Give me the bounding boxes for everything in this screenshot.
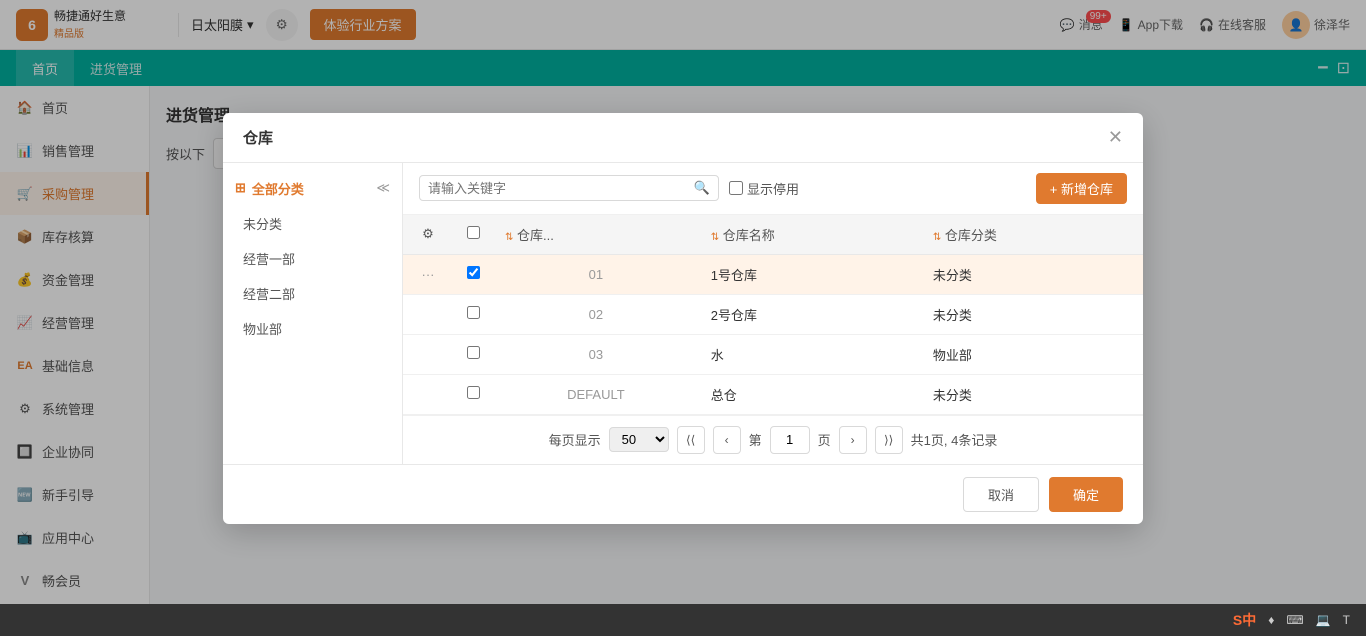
- status-bar: S中 ♦ ⌨ 💻 T: [0, 604, 1366, 636]
- th-category-label: 仓库分类: [945, 228, 997, 243]
- page-size-label: 每页显示: [549, 430, 601, 449]
- prev-page-button[interactable]: ‹: [713, 426, 741, 454]
- cat-item-1[interactable]: 经营一部: [223, 241, 402, 276]
- sort-icon-code: ⇅: [505, 232, 513, 243]
- sort-icon-cat: ⇅: [933, 232, 941, 243]
- cancel-button[interactable]: 取消: [963, 477, 1039, 512]
- status-keyboard[interactable]: ⌨: [1286, 613, 1303, 627]
- modal-pagination: 每页显示 50 10 20 100 ⟨⟨ ‹ 第 页 › ⟩⟩ 共1页, 4条记…: [403, 415, 1143, 464]
- show-disabled-checkbox[interactable]: [729, 181, 743, 195]
- search-input[interactable]: [428, 181, 688, 196]
- row-name: 1号仓库: [699, 254, 921, 294]
- confirm-button[interactable]: 确定: [1049, 477, 1123, 512]
- table-row[interactable]: 02 2号仓库 未分类: [403, 294, 1143, 334]
- settings-icon: ⚙: [422, 226, 434, 241]
- status-dot[interactable]: ♦: [1268, 613, 1274, 627]
- th-code: ⇅ 仓库...: [493, 215, 699, 255]
- row-category: 未分类: [921, 374, 1143, 414]
- row-actions[interactable]: [403, 294, 453, 334]
- warehouse-data-table: ⚙ ⇅ 仓库... ⇅: [403, 215, 1143, 415]
- search-input-wrap: 🔍: [419, 175, 719, 201]
- th-check: [453, 215, 493, 255]
- row-num: 01: [493, 254, 699, 294]
- next-page-button[interactable]: ›: [839, 426, 867, 454]
- row-checkbox[interactable]: [467, 386, 480, 399]
- category-header: ⊞ 全部分类 ≪: [223, 171, 402, 206]
- cat-item-2[interactable]: 经营二部: [223, 276, 402, 311]
- show-disabled-label[interactable]: 显示停用: [729, 179, 799, 198]
- row-category: 物业部: [921, 334, 1143, 374]
- sort-icon-name: ⇅: [711, 232, 719, 243]
- select-all-checkbox[interactable]: [467, 226, 480, 239]
- row-num: DEFAULT: [493, 374, 699, 414]
- modal-close-button[interactable]: ✕: [1108, 127, 1123, 148]
- page-number-input[interactable]: [770, 426, 810, 454]
- warehouse-table: ⚙ ⇅ 仓库... ⇅: [403, 215, 1143, 415]
- status-t[interactable]: T: [1343, 613, 1350, 627]
- row-checkbox-cell[interactable]: [453, 334, 493, 374]
- warehouse-modal: 仓库 ✕ ⊞ 全部分类 ≪ 未分类 经营一部 经营二部 物业部: [223, 113, 1143, 524]
- row-actions[interactable]: [403, 374, 453, 414]
- page-unit: 页: [818, 430, 831, 449]
- show-disabled-text: 显示停用: [747, 179, 799, 198]
- last-page-button[interactable]: ⟩⟩: [875, 426, 903, 454]
- row-name: 水: [699, 334, 921, 374]
- search-icon[interactable]: 🔍: [694, 180, 710, 196]
- all-categories-label: 全部分类: [252, 179, 304, 198]
- table-row[interactable]: DEFAULT 总仓 未分类: [403, 374, 1143, 414]
- first-page-button[interactable]: ⟨⟨: [677, 426, 705, 454]
- row-name: 2号仓库: [699, 294, 921, 334]
- row-name: 总仓: [699, 374, 921, 414]
- modal-overlay: 仓库 ✕ ⊞ 全部分类 ≪ 未分类 经营一部 经营二部 物业部: [0, 0, 1366, 636]
- row-checkbox-cell[interactable]: [453, 254, 493, 294]
- modal-title: 仓库: [243, 127, 273, 148]
- row-checkbox[interactable]: [467, 306, 480, 319]
- row-category: 未分类: [921, 294, 1143, 334]
- status-s[interactable]: S中: [1233, 610, 1256, 630]
- row-category: 未分类: [921, 254, 1143, 294]
- page-size-select[interactable]: 50 10 20 100: [609, 427, 669, 452]
- modal-toolbar: 🔍 显示停用 + 新增仓库: [403, 163, 1143, 215]
- row-checkbox[interactable]: [467, 266, 480, 279]
- th-code-label: 仓库...: [517, 228, 554, 243]
- modal-body: ⊞ 全部分类 ≪ 未分类 经营一部 经营二部 物业部 🔍: [223, 163, 1143, 464]
- row-checkbox-cell[interactable]: [453, 374, 493, 414]
- row-actions[interactable]: [403, 334, 453, 374]
- modal-footer: 取消 确定: [223, 464, 1143, 524]
- th-name: ⇅ 仓库名称: [699, 215, 921, 255]
- modal-main-area: 🔍 显示停用 + 新增仓库 ⚙: [403, 163, 1143, 464]
- row-checkbox-cell[interactable]: [453, 294, 493, 334]
- row-num: 02: [493, 294, 699, 334]
- add-warehouse-button[interactable]: + 新增仓库: [1036, 173, 1127, 204]
- status-monitor[interactable]: 💻: [1316, 613, 1331, 627]
- table-row[interactable]: 03 水 物业部: [403, 334, 1143, 374]
- row-num: 03: [493, 334, 699, 374]
- table-header-row: ⚙ ⇅ 仓库... ⇅: [403, 215, 1143, 255]
- th-name-label: 仓库名称: [723, 228, 775, 243]
- th-category: ⇅ 仓库分类: [921, 215, 1143, 255]
- row-checkbox[interactable]: [467, 346, 480, 359]
- row-actions[interactable]: ···: [403, 254, 453, 294]
- all-categories-button[interactable]: ⊞ 全部分类: [235, 179, 304, 198]
- collapse-icon[interactable]: ≪: [376, 180, 390, 196]
- cat-item-3[interactable]: 物业部: [223, 311, 402, 346]
- th-settings: ⚙: [403, 215, 453, 255]
- cat-item-0[interactable]: 未分类: [223, 206, 402, 241]
- total-info: 共1页, 4条记录: [911, 430, 998, 449]
- page-label: 第: [749, 430, 762, 449]
- grid-icon: ⊞: [235, 180, 246, 196]
- modal-header: 仓库 ✕: [223, 113, 1143, 163]
- category-sidebar: ⊞ 全部分类 ≪ 未分类 经营一部 经营二部 物业部: [223, 163, 403, 464]
- table-row[interactable]: ··· 01 1号仓库 未分类: [403, 254, 1143, 294]
